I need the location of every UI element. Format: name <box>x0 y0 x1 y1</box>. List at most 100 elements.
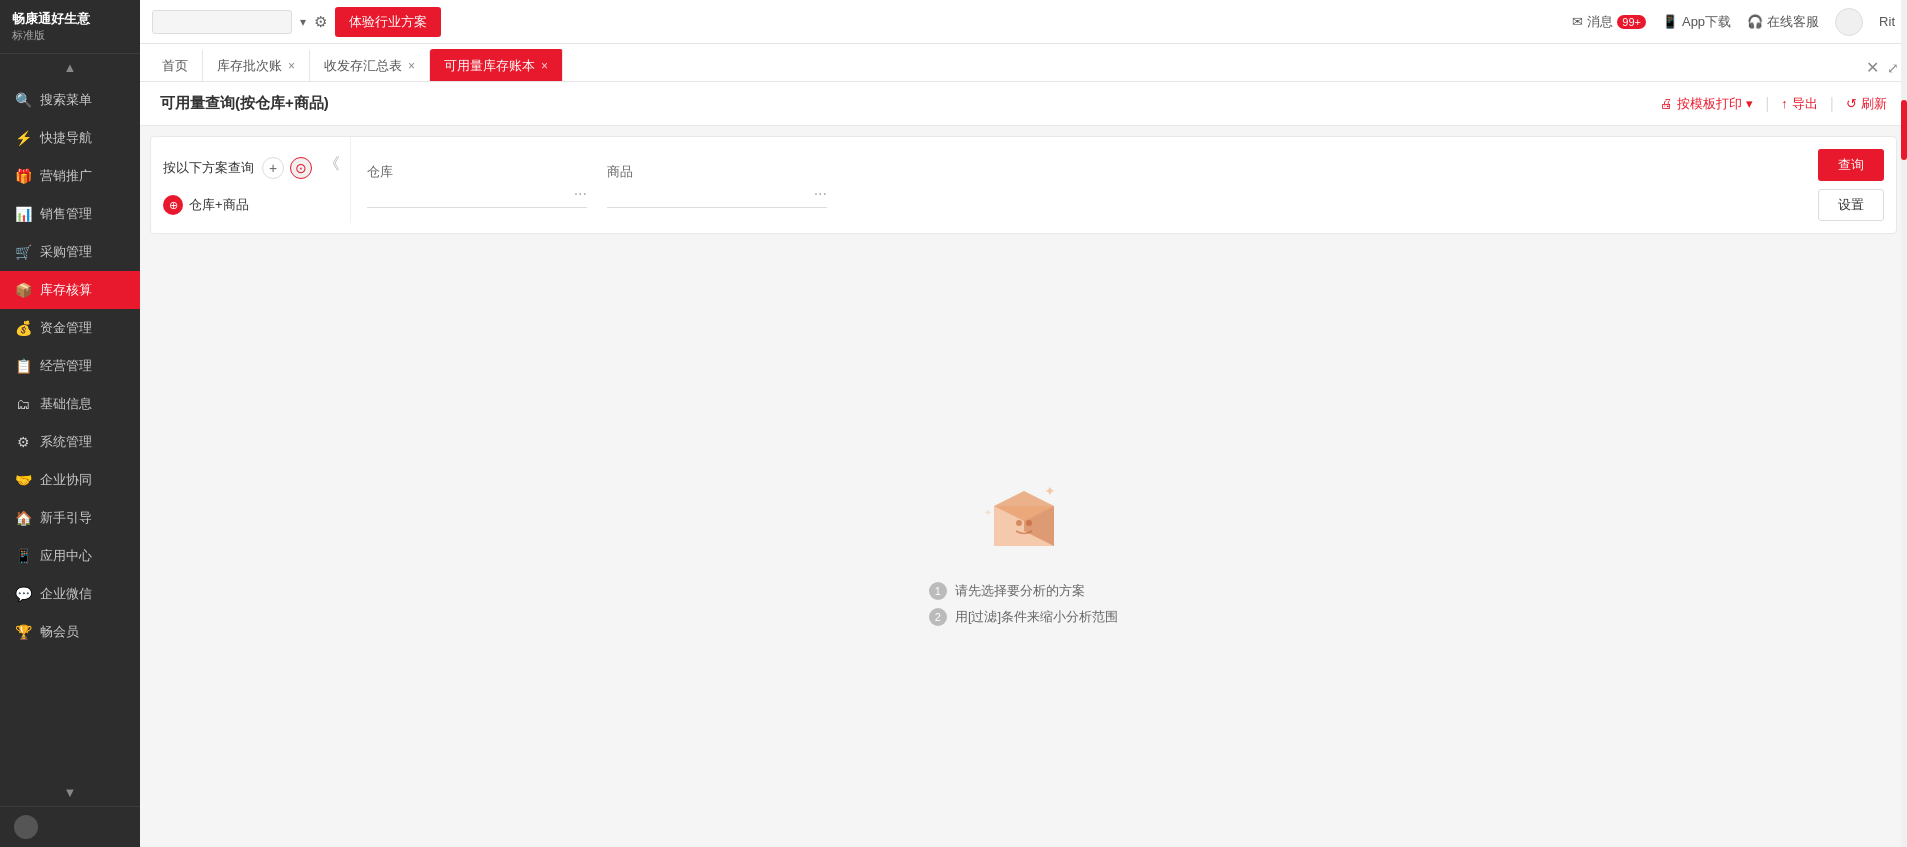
empty-illustration: ✦ ✦ <box>964 466 1084 566</box>
sidebar-item-enterprise[interactable]: 🤝 企业协同 <box>0 461 140 499</box>
tab-available-close[interactable]: × <box>541 60 548 72</box>
sidebar-item-marketing[interactable]: 🎁 营销推广 <box>0 157 140 195</box>
scheme-actions: + ⊙ <box>262 149 312 179</box>
scrollbar[interactable] <box>1901 0 1907 847</box>
sidebar-item-label: 企业微信 <box>40 585 92 603</box>
svg-text:✦: ✦ <box>1044 483 1056 499</box>
service-btn[interactable]: 🎧 在线客服 <box>1747 13 1819 31</box>
scheme-settings-btn[interactable]: ⊙ <box>290 157 312 179</box>
scheme-item-warehouse-product[interactable]: ⊕ 仓库+商品 <box>151 189 350 221</box>
topbar-gear-icon[interactable]: ⚙ <box>314 13 327 31</box>
sidebar-item-label: 企业协同 <box>40 471 92 489</box>
refresh-btn[interactable]: ↺ 刷新 <box>1846 95 1887 113</box>
sidebar-item-newbie[interactable]: 🏠 新手引导 <box>0 499 140 537</box>
tip-text-2: 用[过滤]条件来缩小分析范围 <box>955 608 1118 626</box>
divider: | <box>1765 95 1769 113</box>
svg-point-4 <box>1026 520 1032 526</box>
cart-icon: 🛒 <box>14 244 32 260</box>
user-avatar-small <box>14 815 38 839</box>
message-badge: 99+ <box>1617 15 1646 29</box>
box-icon: 📦 <box>14 282 32 298</box>
add-scheme-btn[interactable]: + <box>262 157 284 179</box>
tab-batch-label: 库存批次账 <box>217 57 282 75</box>
tab-summary[interactable]: 收发存汇总表 × <box>310 49 430 81</box>
export-icon: ↑ <box>1781 96 1788 111</box>
username[interactable]: Rit <box>1879 14 1895 29</box>
tab-expand-btn[interactable]: ⤢ <box>1887 60 1899 76</box>
warehouse-more-btn[interactable]: ··· <box>574 185 587 203</box>
app-download-btn[interactable]: 📱 App下载 <box>1662 13 1731 31</box>
filter-row: 按以下方案查询 + ⊙ 《 ⊕ 仓库+商品 <box>151 137 1896 233</box>
sidebar-item-appstore[interactable]: 📱 应用中心 <box>0 537 140 575</box>
headset-icon: 🎧 <box>1747 14 1763 29</box>
sidebar-item-label: 基础信息 <box>40 395 92 413</box>
gear-icon: ⚙ <box>14 434 32 450</box>
sidebar-scroll-up[interactable]: ▲ <box>0 54 140 81</box>
folder-icon: 🗂 <box>14 396 32 412</box>
scheme-item-label: 仓库+商品 <box>189 196 249 214</box>
filter-panel: 按以下方案查询 + ⊙ 《 ⊕ 仓库+商品 <box>150 136 1897 234</box>
home-icon: 🏠 <box>14 510 32 526</box>
tab-close-all-btn[interactable]: ✕ <box>1866 58 1879 77</box>
clipboard-icon: 📋 <box>14 358 32 374</box>
page-actions: 🖨 按模板打印 ▾ | ↑ 导出 | ↺ 刷新 <box>1660 95 1887 113</box>
divider2: | <box>1830 95 1834 113</box>
handshake-icon: 🤝 <box>14 472 32 488</box>
export-btn[interactable]: ↑ 导出 <box>1781 95 1818 113</box>
sidebar-item-member[interactable]: 🏆 畅会员 <box>0 613 140 651</box>
query-btn[interactable]: 查询 <box>1818 149 1884 181</box>
warehouse-field-label: 仓库 <box>367 163 587 181</box>
sidebar-item-basic[interactable]: 🗂 基础信息 <box>0 385 140 423</box>
filter-left-panel: 按以下方案查询 + ⊙ 《 ⊕ 仓库+商品 <box>151 137 351 223</box>
svg-point-3 <box>1016 520 1022 526</box>
print-btn[interactable]: 🖨 按模板打印 ▾ <box>1660 95 1753 113</box>
trophy-icon: 🏆 <box>14 624 32 640</box>
tabbar-actions: ✕ ⤢ <box>1866 58 1899 81</box>
trial-btn[interactable]: 体验行业方案 <box>335 7 441 37</box>
empty-tip-1: 1 请先选择要分析的方案 <box>929 582 1118 600</box>
sidebar-item-label: 快捷导航 <box>40 129 92 147</box>
filter-settings-btn[interactable]: 设置 <box>1818 189 1884 221</box>
sidebar-scroll-down[interactable]: ▼ <box>0 779 140 806</box>
collapse-btn[interactable]: 《 <box>320 154 344 175</box>
message-label: 消息 <box>1587 13 1613 31</box>
tab-summary-close[interactable]: × <box>408 60 415 72</box>
sidebar-item-label: 资金管理 <box>40 319 92 337</box>
tab-home[interactable]: 首页 <box>148 49 203 81</box>
sidebar-item-operations[interactable]: 📋 经营管理 <box>0 347 140 385</box>
warehouse-input[interactable] <box>367 186 570 201</box>
scrollbar-thumb <box>1901 100 1907 160</box>
page-header: 可用量查询(按仓库+商品) 🖨 按模板打印 ▾ | ↑ 导出 | ↺ 刷新 <box>140 82 1907 126</box>
sidebar-brand-sub: 标准版 <box>12 28 128 43</box>
sidebar-item-wechat[interactable]: 💬 企业微信 <box>0 575 140 613</box>
chart-icon: 📊 <box>14 206 32 222</box>
sidebar-item-label: 采购管理 <box>40 243 92 261</box>
sidebar-item-purchase[interactable]: 🛒 采购管理 <box>0 233 140 271</box>
tab-batch[interactable]: 库存批次账 × <box>203 49 310 81</box>
tab-available[interactable]: 可用量库存账本 × <box>430 49 563 81</box>
sidebar-item-sales[interactable]: 📊 销售管理 <box>0 195 140 233</box>
product-more-btn[interactable]: ··· <box>814 185 827 203</box>
tip-num-1: 1 <box>929 582 947 600</box>
sidebar-item-inventory[interactable]: 📦 库存核算 <box>0 271 140 309</box>
product-input[interactable] <box>607 186 810 201</box>
app-icon: 📱 <box>1662 14 1678 29</box>
tab-batch-close[interactable]: × <box>288 60 295 72</box>
sidebar-item-label: 库存核算 <box>40 281 92 299</box>
sidebar-item-label: 畅会员 <box>40 623 79 641</box>
sidebar-item-search[interactable]: 🔍 搜索菜单 <box>0 81 140 119</box>
sidebar-header: 畅康通好生意 标准版 <box>0 0 140 54</box>
printer-icon: 🖨 <box>1660 96 1673 111</box>
topbar-dropdown-btn[interactable]: ▾ <box>300 15 306 29</box>
empty-tips: 1 请先选择要分析的方案 2 用[过滤]条件来缩小分析范围 <box>929 582 1118 626</box>
sidebar-item-finance[interactable]: 💰 资金管理 <box>0 309 140 347</box>
sidebar-item-label: 系统管理 <box>40 433 92 451</box>
sidebar-item-label: 经营管理 <box>40 357 92 375</box>
filter-right-area: 仓库 ··· 商品 ··· <box>351 137 1896 233</box>
message-btn[interactable]: ✉ 消息 99+ <box>1572 13 1646 31</box>
product-input-wrap: ··· <box>607 185 827 208</box>
chat-icon: 💬 <box>14 586 32 602</box>
search-input[interactable] <box>152 10 292 34</box>
sidebar-item-system[interactable]: ⚙ 系统管理 <box>0 423 140 461</box>
sidebar-item-shortcuts[interactable]: ⚡ 快捷导航 <box>0 119 140 157</box>
